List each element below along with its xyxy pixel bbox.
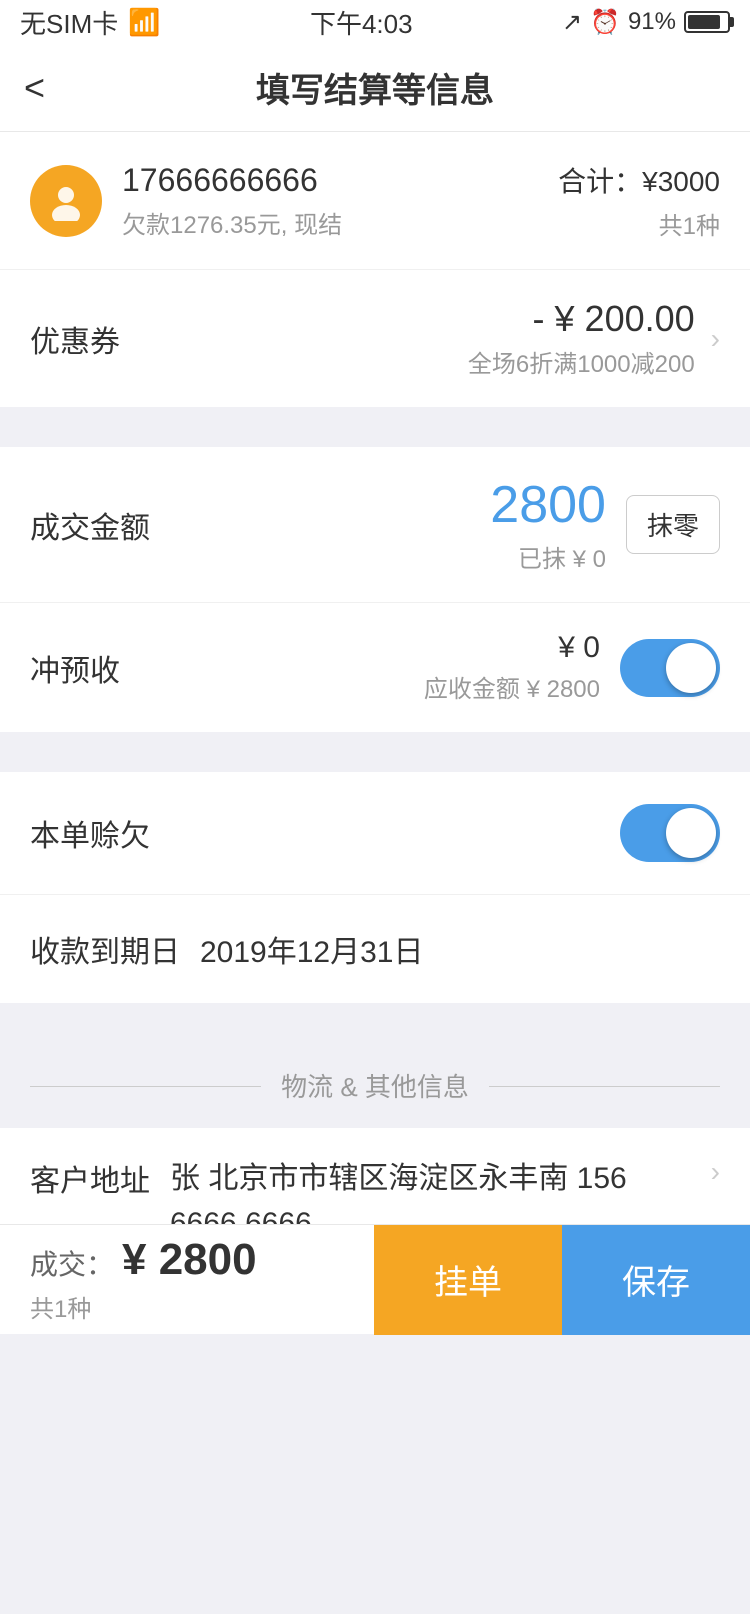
precollect-amount: ¥ 0 xyxy=(424,631,600,665)
bottom-count: 共1种 xyxy=(30,1289,344,1324)
precollect-due: 应收金额 ¥ 2800 xyxy=(424,669,600,704)
logistics-header: 物流 & 其他信息 xyxy=(0,1043,750,1128)
bottom-bar: 成交： ¥ 2800 共1种 挂单 保存 xyxy=(0,1224,750,1334)
customer-info: 17666666666 欠款1276.35元, 现结 xyxy=(122,162,342,240)
section-divider-1 xyxy=(0,427,750,447)
arrears-toggle[interactable] xyxy=(620,804,720,862)
arrears-card: 本单赊欠 收款到期日 2019年12月31日 xyxy=(0,772,750,1003)
transaction-right: 2800 已抹 ¥ 0 抹零 xyxy=(490,475,720,574)
alarm-icon: ⏰ xyxy=(590,8,620,37)
toggle-knob xyxy=(666,643,716,693)
total-count: 共1种 xyxy=(558,206,720,241)
battery-text: 91% xyxy=(628,8,676,36)
bottom-summary: 成交： ¥ 2800 共1种 xyxy=(0,1235,374,1324)
arrears-row: 本单赊欠 xyxy=(0,772,750,894)
customer-row: 17666666666 欠款1276.35元, 现结 合计：¥3000 共1种 xyxy=(0,132,750,269)
customer-phone: 17666666666 xyxy=(122,162,342,199)
status-right: ↗ ⏰ 91% xyxy=(562,8,730,37)
address-chevron-icon: › xyxy=(711,1156,720,1188)
bottom-amount: ¥ 2800 xyxy=(122,1235,257,1285)
arrears-toggle-knob xyxy=(666,808,716,858)
customer-debt: 欠款1276.35元, 现结 xyxy=(122,205,342,240)
avatar xyxy=(30,165,102,237)
customer-left: 17666666666 欠款1276.35元, 现结 xyxy=(30,162,342,240)
page-title: 填写结算等信息 xyxy=(256,63,494,112)
address-label: 客户地址 xyxy=(30,1156,150,1200)
precollect-label: 冲预收 xyxy=(30,646,120,690)
precollect-row: 冲预收 ¥ 0 应收金额 ¥ 2800 xyxy=(0,602,750,732)
customer-card: 17666666666 欠款1276.35元, 现结 合计：¥3000 共1种 … xyxy=(0,132,750,407)
wifi-icon: 📶 xyxy=(128,7,160,38)
location-icon: ↗ xyxy=(562,8,582,37)
precollect-toggle[interactable] xyxy=(620,639,720,697)
due-date-label: 收款到期日 xyxy=(30,927,180,971)
content-area: 17666666666 欠款1276.35元, 现结 合计：¥3000 共1种 … xyxy=(0,132,750,1614)
chevron-right-icon: › xyxy=(711,323,720,355)
customer-right: 合计：¥3000 共1种 xyxy=(558,160,720,241)
bottom-deal-label: 成交： xyxy=(30,1243,114,1283)
discount-amount: - ¥ 200.00 xyxy=(468,298,695,340)
carrier-text: 无SIM卡 xyxy=(20,4,118,41)
logistics-header-text: 物流 & 其他信息 xyxy=(261,1067,489,1104)
save-button[interactable]: 保存 xyxy=(562,1225,750,1335)
due-date-value: 2019年12月31日 xyxy=(200,927,423,971)
transaction-row: 成交金额 2800 已抹 ¥ 0 抹零 xyxy=(0,447,750,602)
discount-desc: 全场6折满1000减200 xyxy=(468,344,695,379)
section-divider-3 xyxy=(0,1023,750,1043)
status-bar: 无SIM卡 📶 下午4:03 ↗ ⏰ 91% xyxy=(0,0,750,44)
transaction-amount: 2800 xyxy=(490,475,606,535)
total-amount: 合计：¥3000 xyxy=(558,160,720,200)
already-rounded: 已抹 ¥ 0 xyxy=(490,539,606,574)
status-time: 下午4:03 xyxy=(310,4,413,41)
discount-label: 优惠券 xyxy=(30,317,120,361)
discount-row[interactable]: 优惠券 - ¥ 200.00 全场6折满1000减200 › xyxy=(0,269,750,407)
section-divider-2 xyxy=(0,752,750,772)
battery-icon xyxy=(684,11,730,33)
transaction-label: 成交金额 xyxy=(30,503,150,547)
transaction-card: 成交金额 2800 已抹 ¥ 0 抹零 冲预收 ¥ 0 应收金额 ¥ 2800 xyxy=(0,447,750,732)
arrears-label: 本单赊欠 xyxy=(30,811,150,855)
back-button[interactable]: < xyxy=(24,67,45,109)
due-date-row: 收款到期日 2019年12月31日 xyxy=(0,894,750,1003)
nav-bar: < 填写结算等信息 xyxy=(0,44,750,132)
round-button[interactable]: 抹零 xyxy=(626,495,720,554)
pending-button[interactable]: 挂单 xyxy=(374,1225,562,1335)
status-left: 无SIM卡 📶 xyxy=(20,4,161,41)
